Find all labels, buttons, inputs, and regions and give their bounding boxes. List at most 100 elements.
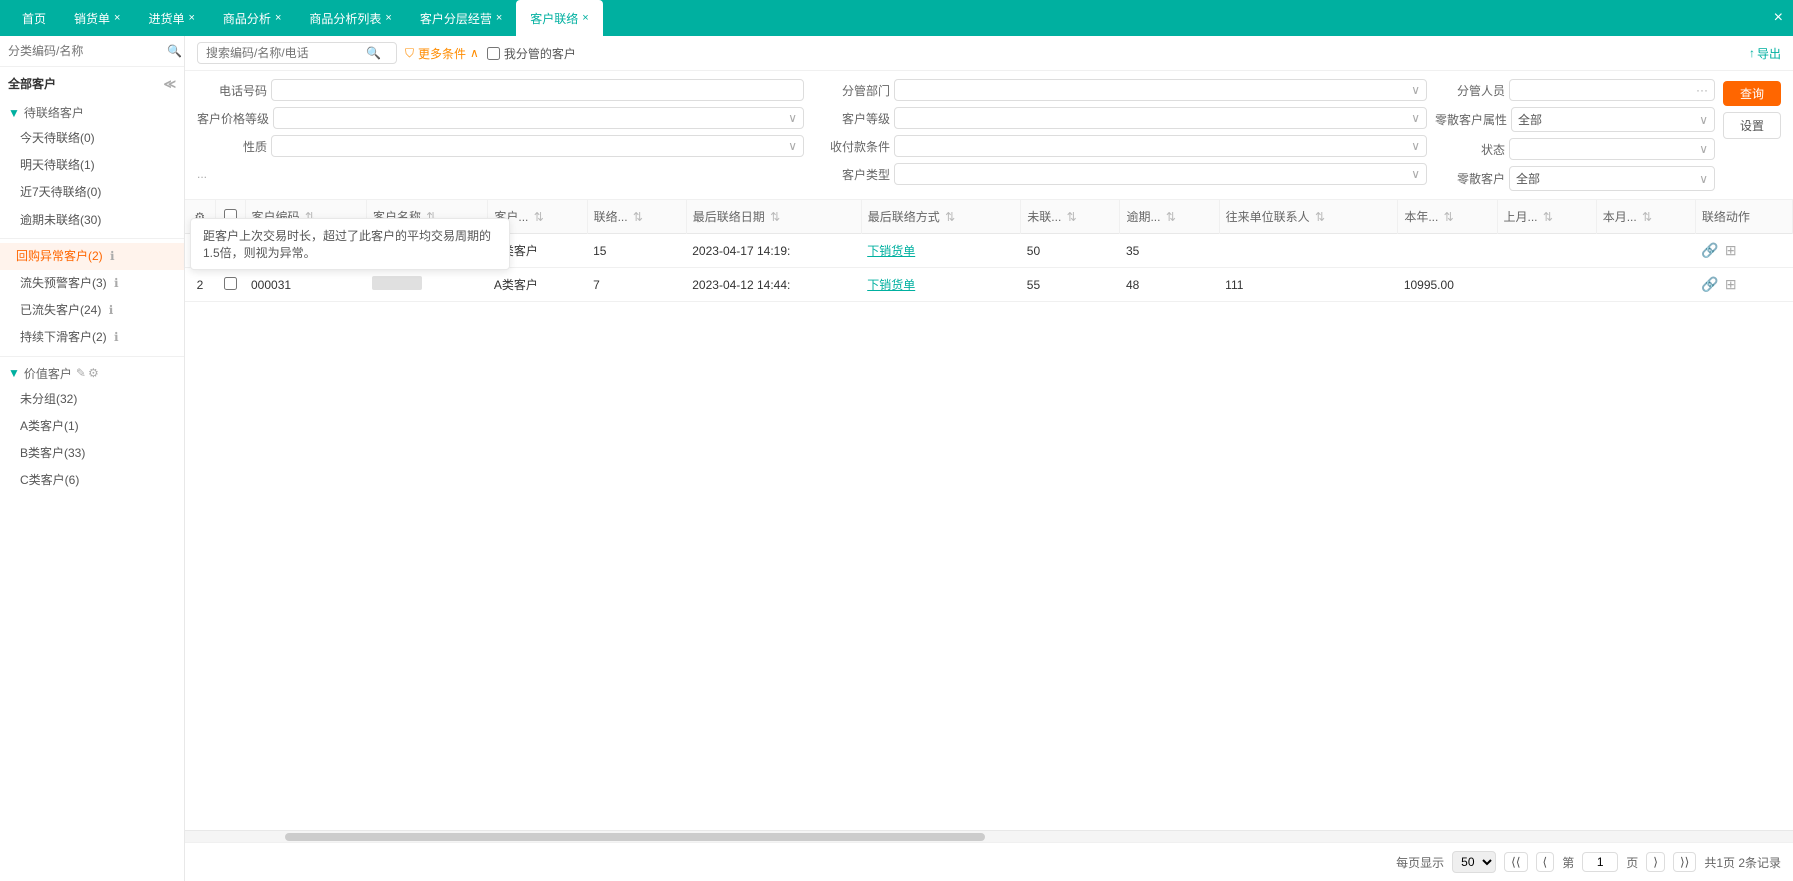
action-link-icon-1[interactable]: 🔗 [1701, 242, 1718, 259]
col-last-month: 上月... ⇅ [1497, 200, 1596, 234]
tree-item-b-class[interactable]: B类客户(33) [0, 440, 184, 467]
sort-icon8[interactable]: ⇅ [1166, 210, 1176, 224]
window-close-btn[interactable]: × [1774, 9, 1783, 27]
tooltip-box: 距客户上次交易时长，超过了此客户的平均交易周期的1.5倍，则视为异常。 [190, 218, 510, 270]
tree-item-7days[interactable]: 近7天待联络(0) [0, 179, 184, 206]
chevron-down-icon8: ∨ [1699, 142, 1708, 156]
more-filter-btn[interactable]: ⛉ 更多条件 ∧ [405, 45, 479, 62]
tree-item-ungroup[interactable]: 未分组(32) [0, 386, 184, 413]
filter-dept: 分管部门 ∨ [820, 79, 1427, 101]
tree-item-overdue[interactable]: 逾期未联络(30) [0, 207, 184, 234]
nav-close-sales[interactable]: × [114, 12, 120, 24]
tree-item-repurchase-abnormal[interactable]: 回购异常客户(2) ℹ [0, 243, 184, 270]
main-layout: 🔍 全部客户 ≪ ▼ 待联络客户 今天待联络(0) 明天待联络(1) 近7天待联… [0, 36, 1793, 881]
nav-item-contact[interactable]: 客户联络 × [516, 0, 602, 36]
col-contacts: 往来单位联系人 ⇅ [1219, 200, 1398, 234]
info-icon-declining[interactable]: ℹ [114, 330, 119, 344]
nav-item-segment[interactable]: 客户分层经营 × [406, 0, 516, 36]
settings-icon[interactable]: ⚙ [88, 366, 99, 380]
action-grid-icon-2[interactable]: ⊞ [1725, 276, 1737, 293]
dots-icon[interactable]: ··· [1696, 83, 1708, 97]
row-this-month-2 [1596, 268, 1695, 302]
tree-group-waiting[interactable]: ▼ 待联络客户 [0, 100, 184, 125]
sort-icon4[interactable]: ⇅ [633, 210, 643, 224]
current-page-input[interactable] [1582, 852, 1618, 872]
filter-phone-input[interactable] [271, 79, 804, 101]
nav-close-analysis-list[interactable]: × [385, 12, 391, 24]
sort-icon3[interactable]: ⇅ [534, 210, 544, 224]
filter-scatter-customer-select[interactable]: 全部 ∨ [1509, 166, 1715, 191]
last-page-btn[interactable]: ⟩⟩ [1673, 852, 1696, 872]
sidebar-search-icon[interactable]: 🔍 [167, 44, 182, 58]
tree-item-declining[interactable]: 持续下滑客户(2) ℹ [0, 324, 184, 351]
nav-item-analysis[interactable]: 商品分析 × [209, 0, 295, 36]
filter-level-select[interactable]: ∨ [894, 107, 1427, 129]
filter-type-select[interactable]: ∨ [894, 163, 1427, 185]
info-icon-repurchase[interactable]: ℹ [110, 249, 115, 263]
sidebar-search-input[interactable] [8, 44, 163, 58]
filter-scatter-customer: 零散客户 全部 ∨ [1435, 166, 1715, 191]
chevron-down-icon5: ∨ [1411, 139, 1420, 153]
scroll-thumb[interactable] [285, 833, 985, 841]
sort-icon11[interactable]: ⇅ [1543, 210, 1553, 224]
tree-item-a-class[interactable]: A类客户(1) [0, 413, 184, 440]
sort-icon12[interactable]: ⇅ [1642, 210, 1652, 224]
row-method-link-1[interactable]: 下销货单 [867, 244, 915, 258]
col-this-month: 本月... ⇅ [1596, 200, 1695, 234]
sidebar-collapse-icon[interactable]: ≪ [163, 77, 176, 91]
info-icon-churn-warning[interactable]: ℹ [114, 276, 119, 290]
sort-icon10[interactable]: ⇅ [1444, 210, 1454, 224]
export-btn[interactable]: ↑ 导出 [1749, 45, 1781, 62]
tree-item-tomorrow[interactable]: 明天待联络(1) [0, 152, 184, 179]
my-customer-checkbox[interactable]: 我分管的客户 [487, 45, 576, 62]
search-icon[interactable]: 🔍 [366, 46, 381, 60]
sort-icon5[interactable]: ⇅ [770, 210, 780, 224]
action-grid-icon-1[interactable]: ⊞ [1725, 242, 1737, 259]
filter-price-select[interactable]: ∨ [273, 107, 804, 129]
filter-level-label: 客户等级 [820, 110, 890, 127]
row-this-month-1 [1596, 234, 1695, 268]
nav-item-sales[interactable]: 销货单 × [60, 0, 134, 36]
chevron-down-icon3: ∨ [1411, 111, 1420, 125]
filter-scatter-label: 零散客户属性 [1435, 111, 1507, 128]
nav-close-analysis[interactable]: × [275, 12, 281, 24]
nav-close-purchase[interactable]: × [188, 12, 194, 24]
row-method-2: 下销货单 [861, 268, 1021, 302]
nav-item-home[interactable]: 首页 [8, 0, 60, 36]
setting-button[interactable]: 设置 [1723, 112, 1781, 139]
filter-scatter-attr: 零散客户属性 全部 ∨ [1435, 107, 1715, 132]
edit-icon[interactable]: ✎ [76, 366, 86, 380]
action-link-icon-2[interactable]: 🔗 [1701, 276, 1718, 293]
sort-icon7[interactable]: ⇅ [1067, 210, 1077, 224]
nav-close-segment[interactable]: × [496, 12, 502, 24]
filter-scatter-select[interactable]: 全部 ∨ [1511, 107, 1715, 132]
my-customer-check[interactable] [487, 47, 500, 60]
per-page-select[interactable]: 50 [1452, 851, 1496, 873]
search-input[interactable] [206, 46, 366, 60]
tree-item-churned[interactable]: 已流失客户(24) ℹ [0, 297, 184, 324]
nav-item-analysis-list[interactable]: 商品分析列表 × [295, 0, 405, 36]
nav-close-contact[interactable]: × [582, 12, 588, 24]
tree-item-today[interactable]: 今天待联络(0) [0, 125, 184, 152]
filter-nature-label: 性质 [197, 138, 267, 155]
sort-icon9[interactable]: ⇅ [1315, 210, 1325, 224]
tree-item-c-class[interactable]: C类客户(6) [0, 467, 184, 494]
filter-dept-select[interactable]: ∨ [894, 79, 1427, 101]
row-method-link-2[interactable]: 下销货单 [867, 278, 915, 292]
filter-nature-select[interactable]: ∨ [271, 135, 804, 157]
row-contacts-1 [1219, 234, 1398, 268]
sort-icon6[interactable]: ⇅ [945, 210, 955, 224]
first-page-btn[interactable]: ⟨⟨ [1504, 852, 1527, 872]
query-button[interactable]: 查询 [1723, 81, 1781, 106]
chevron-down-icon2: ∨ [788, 111, 797, 125]
filter-status-select[interactable]: ∨ [1509, 138, 1715, 160]
nav-item-purchase[interactable]: 进货单 × [134, 0, 208, 36]
row-checkbox-2[interactable] [224, 277, 237, 290]
next-page-btn[interactable]: ⟩ [1646, 852, 1665, 872]
horizontal-scrollbar[interactable] [185, 830, 1793, 842]
tree-item-churn-warning[interactable]: 流失预警客户(3) ℹ [0, 270, 184, 297]
info-icon-churned[interactable]: ℹ [109, 303, 114, 317]
filter-payment-select[interactable]: ∨ [894, 135, 1427, 157]
prev-page-btn[interactable]: ⟨ [1536, 852, 1555, 872]
filter-dots-btn[interactable]: ... [197, 167, 207, 181]
